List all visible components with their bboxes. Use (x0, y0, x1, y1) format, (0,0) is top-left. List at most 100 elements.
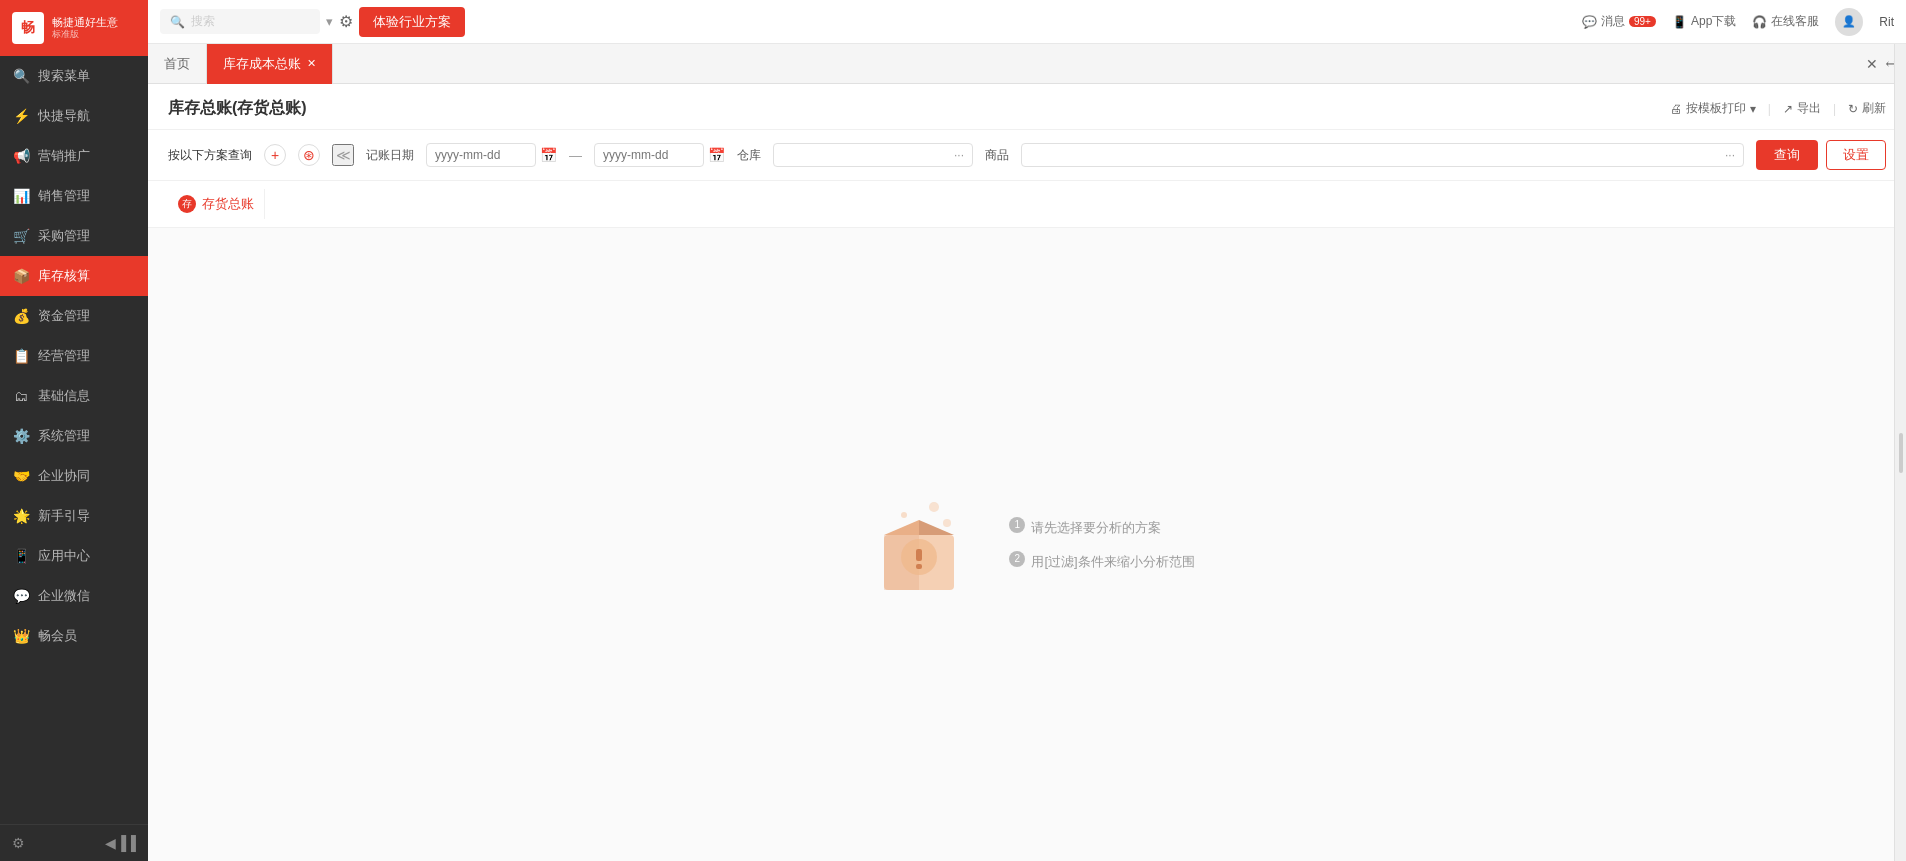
svg-marker-1 (884, 520, 919, 535)
wechat-icon: 💬 (12, 588, 30, 604)
vip-icon: 👑 (12, 628, 30, 644)
sidebar-item-apps[interactable]: 📱 应用中心 (0, 536, 148, 576)
settings-btn[interactable]: 设置 (1826, 140, 1886, 170)
filter-del-btn[interactable]: ⊛ (298, 144, 320, 166)
sidebar-item-sales[interactable]: 📊 销售管理 (0, 176, 148, 216)
app-download-btn[interactable]: 📱 App下载 (1672, 13, 1736, 30)
filter-add-btn[interactable]: + (264, 144, 286, 166)
svg-point-8 (929, 502, 939, 512)
export-icon: ↗ (1783, 102, 1793, 116)
guide-icon: 🌟 (12, 508, 30, 524)
operations-icon: 📋 (12, 348, 30, 364)
warehouse-more-icon: ··· (954, 148, 964, 162)
print-chevron-icon: ▾ (1750, 102, 1756, 116)
sidebar-item-vip[interactable]: 👑 畅会员 (0, 616, 148, 656)
tab-inventory-cost[interactable]: 库存成本总账 ✕ (207, 44, 333, 84)
sidebar-item-finance[interactable]: 💰 资金管理 (0, 296, 148, 336)
query-btn[interactable]: 查询 (1756, 140, 1818, 170)
svg-rect-5 (916, 549, 922, 561)
empty-illustration (859, 485, 979, 605)
topbar-right: 💬 消息 99+ 📱 App下载 🎧 在线客服 👤 Rit (1582, 8, 1894, 36)
panel-close-btn[interactable]: ✕ (1866, 56, 1878, 72)
sidebar-item-operations[interactable]: 📋 经营管理 (0, 336, 148, 376)
scheme-icon: 存 (178, 195, 196, 213)
empty-tips: 1 请先选择要分析的方案 2 用[过滤]条件来缩小分析范围 (1009, 515, 1194, 575)
topbar-chevron-icon[interactable]: ▾ (326, 14, 333, 29)
headset-icon: 🎧 (1752, 15, 1767, 29)
date-to-wrap: 📅 (594, 143, 725, 167)
sidebar-item-search[interactable]: 🔍 搜索菜单 (0, 56, 148, 96)
date-from-input[interactable] (426, 143, 536, 167)
settings-footer-icon[interactable]: ⚙ (12, 835, 25, 851)
warehouse-selector[interactable]: ··· (773, 143, 973, 167)
svg-point-9 (943, 519, 951, 527)
cooperation-icon: 🤝 (12, 468, 30, 484)
svg-rect-6 (916, 564, 922, 569)
filter-collapse-btn[interactable]: ≪ (332, 144, 354, 166)
finance-icon: 💰 (12, 308, 30, 324)
side-handle-inner (1899, 433, 1903, 473)
tip-num-2: 2 (1009, 551, 1025, 567)
tab-close-icon[interactable]: ✕ (307, 57, 316, 70)
product-label: 商品 (985, 147, 1009, 164)
logo: 畅 畅捷通好生意 标准版 (0, 0, 148, 56)
sales-icon: 📊 (12, 188, 30, 204)
sidebar-item-basic[interactable]: 🗂 基础信息 (0, 376, 148, 416)
main-area: 🔍 搜索 ▾ ⚙ 体验行业方案 💬 消息 99+ 📱 App下载 🎧 在线客服 (148, 0, 1906, 861)
sidebar-footer: ⚙ ◀▐▐ (0, 824, 148, 861)
refresh-icon: ↻ (1848, 102, 1858, 116)
date-label: 记账日期 (366, 147, 414, 164)
tip-num-1: 1 (1009, 517, 1025, 533)
scheme-label: 存货总账 (202, 195, 254, 213)
tabbar: 首页 库存成本总账 ✕ ✕ ⤢ (148, 44, 1906, 84)
tab-home[interactable]: 首页 (148, 44, 207, 84)
product-more-icon: ··· (1725, 148, 1735, 162)
topbar-search-icon: 🔍 (170, 15, 185, 29)
tip-item-1: 1 请先选择要分析的方案 (1009, 515, 1194, 541)
page-header: 库存总账(存货总账) 🖨 按模板打印 ▾ | ↗ 导出 | ↻ 刷新 (148, 84, 1906, 130)
svg-point-7 (901, 512, 907, 518)
print-action[interactable]: 🖨 按模板打印 ▾ (1670, 100, 1756, 117)
marketing-icon: 📢 (12, 148, 30, 164)
messages-btn[interactable]: 💬 消息 99+ (1582, 13, 1656, 30)
date-from-icon[interactable]: 📅 (540, 147, 557, 163)
industry-btn[interactable]: 体验行业方案 (359, 7, 465, 37)
search-icon: 🔍 (12, 68, 30, 84)
tip-item-2: 2 用[过滤]条件来缩小分析范围 (1009, 549, 1194, 575)
online-service-btn[interactable]: 🎧 在线客服 (1752, 13, 1819, 30)
topbar-search-box[interactable]: 🔍 搜索 (160, 9, 320, 34)
export-action[interactable]: ↗ 导出 (1783, 100, 1821, 117)
refresh-action[interactable]: ↻ 刷新 (1848, 100, 1886, 117)
sidebar-menu: 🔍 搜索菜单 ⚡ 快捷导航 📢 营销推广 📊 销售管理 🛒 采购管理 📦 库存核… (0, 56, 148, 824)
user-name[interactable]: Rit (1879, 15, 1894, 29)
system-icon: ⚙️ (12, 428, 30, 444)
side-handle[interactable] (1894, 44, 1906, 861)
sidebar-item-quick-nav[interactable]: ⚡ 快捷导航 (0, 96, 148, 136)
quick-nav-icon: ⚡ (12, 108, 30, 124)
topbar: 🔍 搜索 ▾ ⚙ 体验行业方案 💬 消息 99+ 📱 App下载 🎧 在线客服 (148, 0, 1906, 44)
page-actions: 🖨 按模板打印 ▾ | ↗ 导出 | ↻ 刷新 (1670, 100, 1886, 117)
date-from-wrap: 📅 (426, 143, 557, 167)
inventory-icon: 📦 (12, 268, 30, 284)
sound-icon[interactable]: ◀▐▐ (105, 835, 136, 851)
sidebar-item-guide[interactable]: 🌟 新手引导 (0, 496, 148, 536)
sidebar-item-purchase[interactable]: 🛒 采购管理 (0, 216, 148, 256)
sidebar-item-system[interactable]: ⚙️ 系统管理 (0, 416, 148, 456)
sidebar-item-inventory[interactable]: 📦 库存核算 (0, 256, 148, 296)
topbar-settings-icon[interactable]: ⚙ (339, 12, 353, 31)
sidebar-item-wechat[interactable]: 💬 企业微信 (0, 576, 148, 616)
filter-bar: 按以下方案查询 + ⊛ ≪ 记账日期 📅 — 📅 仓库 ··· 商品 · (148, 130, 1906, 181)
logo-text: 畅捷通好生意 标准版 (52, 15, 118, 41)
sidebar-item-marketing[interactable]: 📢 营销推广 (0, 136, 148, 176)
apps-icon: 📱 (12, 548, 30, 564)
scheme-item[interactable]: 存 存货总账 (168, 189, 265, 219)
date-to-input[interactable] (594, 143, 704, 167)
product-selector[interactable]: ··· (1021, 143, 1744, 167)
content-area: 库存总账(存货总账) 🖨 按模板打印 ▾ | ↗ 导出 | ↻ 刷新 (148, 84, 1906, 861)
date-to-icon[interactable]: 📅 (708, 147, 725, 163)
right-actions: 查询 设置 (1756, 140, 1886, 170)
sidebar-item-cooperation[interactable]: 🤝 企业协同 (0, 456, 148, 496)
warehouse-label: 仓库 (737, 147, 761, 164)
purchase-icon: 🛒 (12, 228, 30, 244)
filter-label: 按以下方案查询 (168, 147, 252, 164)
